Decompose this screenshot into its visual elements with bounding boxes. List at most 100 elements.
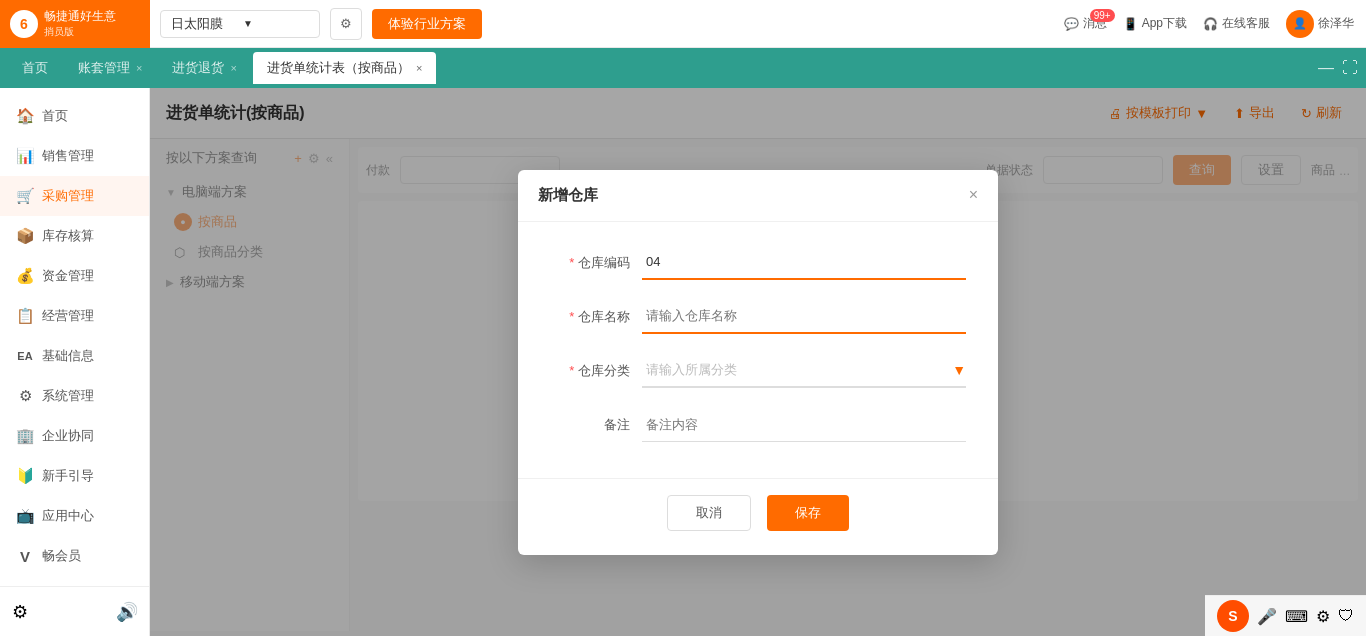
sidebar-enterprise-label: 企业协同: [42, 427, 94, 445]
user-item[interactable]: 👤 徐泽华: [1286, 10, 1354, 38]
dialog-footer: 取消 保存: [518, 478, 998, 555]
store-selector[interactable]: 日太阳膜 ▼: [160, 10, 320, 38]
tab-purchase-return[interactable]: 进货退货 ×: [158, 52, 250, 84]
name-label: 仓库名称: [550, 308, 630, 326]
tab-home-label: 首页: [22, 59, 48, 77]
dialog-close-button[interactable]: ×: [969, 186, 978, 204]
sidebar-operations-label: 经营管理: [42, 307, 94, 325]
messages-item[interactable]: 💬 消息 99+: [1064, 15, 1107, 32]
inventory-icon: 📦: [16, 227, 34, 245]
operations-icon: 📋: [16, 307, 34, 325]
tab-accounts[interactable]: 账套管理 ×: [64, 52, 156, 84]
content-area: 进货单统计(按商品) 🖨 按模板打印 ▼ ⬆ 导出 ↻ 刷新: [150, 88, 1366, 636]
sidebar-item-basic[interactable]: EA 基础信息: [0, 336, 149, 376]
code-label: 仓库编码: [550, 254, 630, 272]
sidebar-bottom: ⚙ 🔊: [0, 586, 150, 636]
sidebar-system-label: 系统管理: [42, 387, 94, 405]
note-label: 备注: [550, 416, 630, 434]
avatar: 👤: [1286, 10, 1314, 38]
sidebar-home-label: 首页: [42, 107, 68, 125]
new-warehouse-dialog: 新增仓库 × 仓库编码 仓库名称: [518, 170, 998, 555]
sidebar-item-enterprise[interactable]: 🏢 企业协同: [0, 416, 149, 456]
dialog-header: 新增仓库 ×: [518, 170, 998, 222]
sidebar-guide-label: 新手引导: [42, 467, 94, 485]
tab-purchase-stats-label: 进货单统计表（按商品）: [267, 59, 410, 77]
system-icon: ⚙: [16, 387, 34, 405]
note-input[interactable]: [642, 408, 966, 442]
sidebar-item-home[interactable]: 🏠 首页: [0, 96, 149, 136]
sales-icon: 📊: [16, 147, 34, 165]
messages-badge: 99+: [1090, 9, 1115, 22]
sidebar-item-app[interactable]: 📺 应用中心: [0, 496, 149, 536]
tab-accounts-close[interactable]: ×: [136, 62, 142, 74]
tab-purchase-return-close[interactable]: ×: [230, 62, 236, 74]
form-row-category: 仓库分类 请输入所属分类 ▼: [550, 354, 966, 388]
finance-icon: 💰: [16, 267, 34, 285]
guide-icon: 🔰: [16, 467, 34, 485]
enterprise-icon: 🏢: [16, 427, 34, 445]
form-row-note: 备注: [550, 408, 966, 442]
bottom-shield-icon[interactable]: 🛡: [1338, 607, 1354, 625]
sidebar-member-label: 畅会员: [42, 547, 81, 565]
trial-button[interactable]: 体验行业方案: [372, 9, 482, 39]
cancel-button[interactable]: 取消: [667, 495, 751, 531]
bottom-logo: S: [1217, 600, 1249, 632]
logo-title: 畅捷通好生意: [44, 9, 116, 25]
member-icon: V: [16, 548, 34, 565]
sidebar-inventory-label: 库存核算: [42, 227, 94, 245]
sidebar-speaker-icon[interactable]: 🔊: [116, 601, 138, 623]
logo-icon: 6: [10, 10, 38, 38]
tab-home[interactable]: 首页: [8, 52, 62, 84]
online-service-label: 在线客服: [1222, 15, 1270, 32]
category-dropdown-arrow: ▼: [952, 362, 966, 378]
app-icon: 📱: [1123, 17, 1138, 31]
app-download-item[interactable]: 📱 App下载: [1123, 15, 1187, 32]
message-icon: 💬: [1064, 17, 1079, 31]
category-placeholder: 请输入所属分类: [642, 361, 952, 379]
purchase-icon: 🛒: [16, 187, 34, 205]
dialog-title: 新增仓库: [538, 186, 598, 205]
sidebar-item-member[interactable]: V 畅会员: [0, 536, 149, 576]
dialog-body: 仓库编码 仓库名称 仓库分类 请输入所属分类 ▼: [518, 222, 998, 478]
sidebar-item-guide[interactable]: 🔰 新手引导: [0, 456, 149, 496]
sidebar-item-operations[interactable]: 📋 经营管理: [0, 296, 149, 336]
tab-actions: — ⛶: [1318, 59, 1358, 77]
tab-purchase-stats-close[interactable]: ×: [416, 62, 422, 74]
settings-button[interactable]: ⚙: [330, 8, 362, 40]
save-button[interactable]: 保存: [767, 495, 849, 531]
sidebar-item-purchase[interactable]: 🛒 采购管理: [0, 176, 149, 216]
code-input[interactable]: [642, 246, 966, 280]
sidebar-item-system[interactable]: ⚙ 系统管理: [0, 376, 149, 416]
online-service-item[interactable]: 🎧 在线客服: [1203, 15, 1270, 32]
sidebar-settings-icon[interactable]: ⚙: [12, 601, 28, 623]
bottom-settings-icon[interactable]: ⚙: [1316, 607, 1330, 626]
sidebar-item-finance[interactable]: 💰 资金管理: [0, 256, 149, 296]
header-right: 💬 消息 99+ 📱 App下载 🎧 在线客服 👤 徐泽华: [1064, 10, 1354, 38]
sidebar-item-sales[interactable]: 📊 销售管理: [0, 136, 149, 176]
basic-icon: EA: [16, 350, 34, 362]
logo-text-block: 畅捷通好生意 捎员版: [44, 9, 116, 38]
tab-maximize-btn[interactable]: ⛶: [1342, 59, 1358, 77]
sidebar-basic-label: 基础信息: [42, 347, 94, 365]
tab-bar: 首页 账套管理 × 进货退货 × 进货单统计表（按商品） × — ⛶: [0, 48, 1366, 88]
store-name: 日太阳膜: [171, 15, 237, 33]
logo-area: 6 畅捷通好生意 捎员版: [0, 0, 150, 48]
category-label: 仓库分类: [550, 362, 630, 380]
tab-minimize-btn[interactable]: —: [1318, 59, 1334, 77]
logo-subtitle: 捎员版: [44, 25, 116, 38]
bottom-keyboard-icon[interactable]: ⌨: [1285, 607, 1308, 626]
name-input[interactable]: [642, 300, 966, 334]
sidebar-sales-label: 销售管理: [42, 147, 94, 165]
form-row-code: 仓库编码: [550, 246, 966, 280]
sidebar: 🏠 首页 📊 销售管理 🛒 采购管理 📦 库存核算 💰 资金管理 📋 经: [0, 88, 150, 636]
bottom-mic-icon[interactable]: 🎤: [1257, 607, 1277, 626]
tab-purchase-stats[interactable]: 进货单统计表（按商品） ×: [253, 52, 436, 84]
tab-purchase-return-label: 进货退货: [172, 59, 224, 77]
sidebar-item-inventory[interactable]: 📦 库存核算: [0, 216, 149, 256]
sidebar-finance-label: 资金管理: [42, 267, 94, 285]
form-row-name: 仓库名称: [550, 300, 966, 334]
sidebar-purchase-label: 采购管理: [42, 187, 94, 205]
category-select[interactable]: 请输入所属分类 ▼: [642, 354, 966, 388]
sidebar-app-label: 应用中心: [42, 507, 94, 525]
bottom-bar: S 🎤 ⌨ ⚙ 🛡: [1205, 595, 1366, 636]
